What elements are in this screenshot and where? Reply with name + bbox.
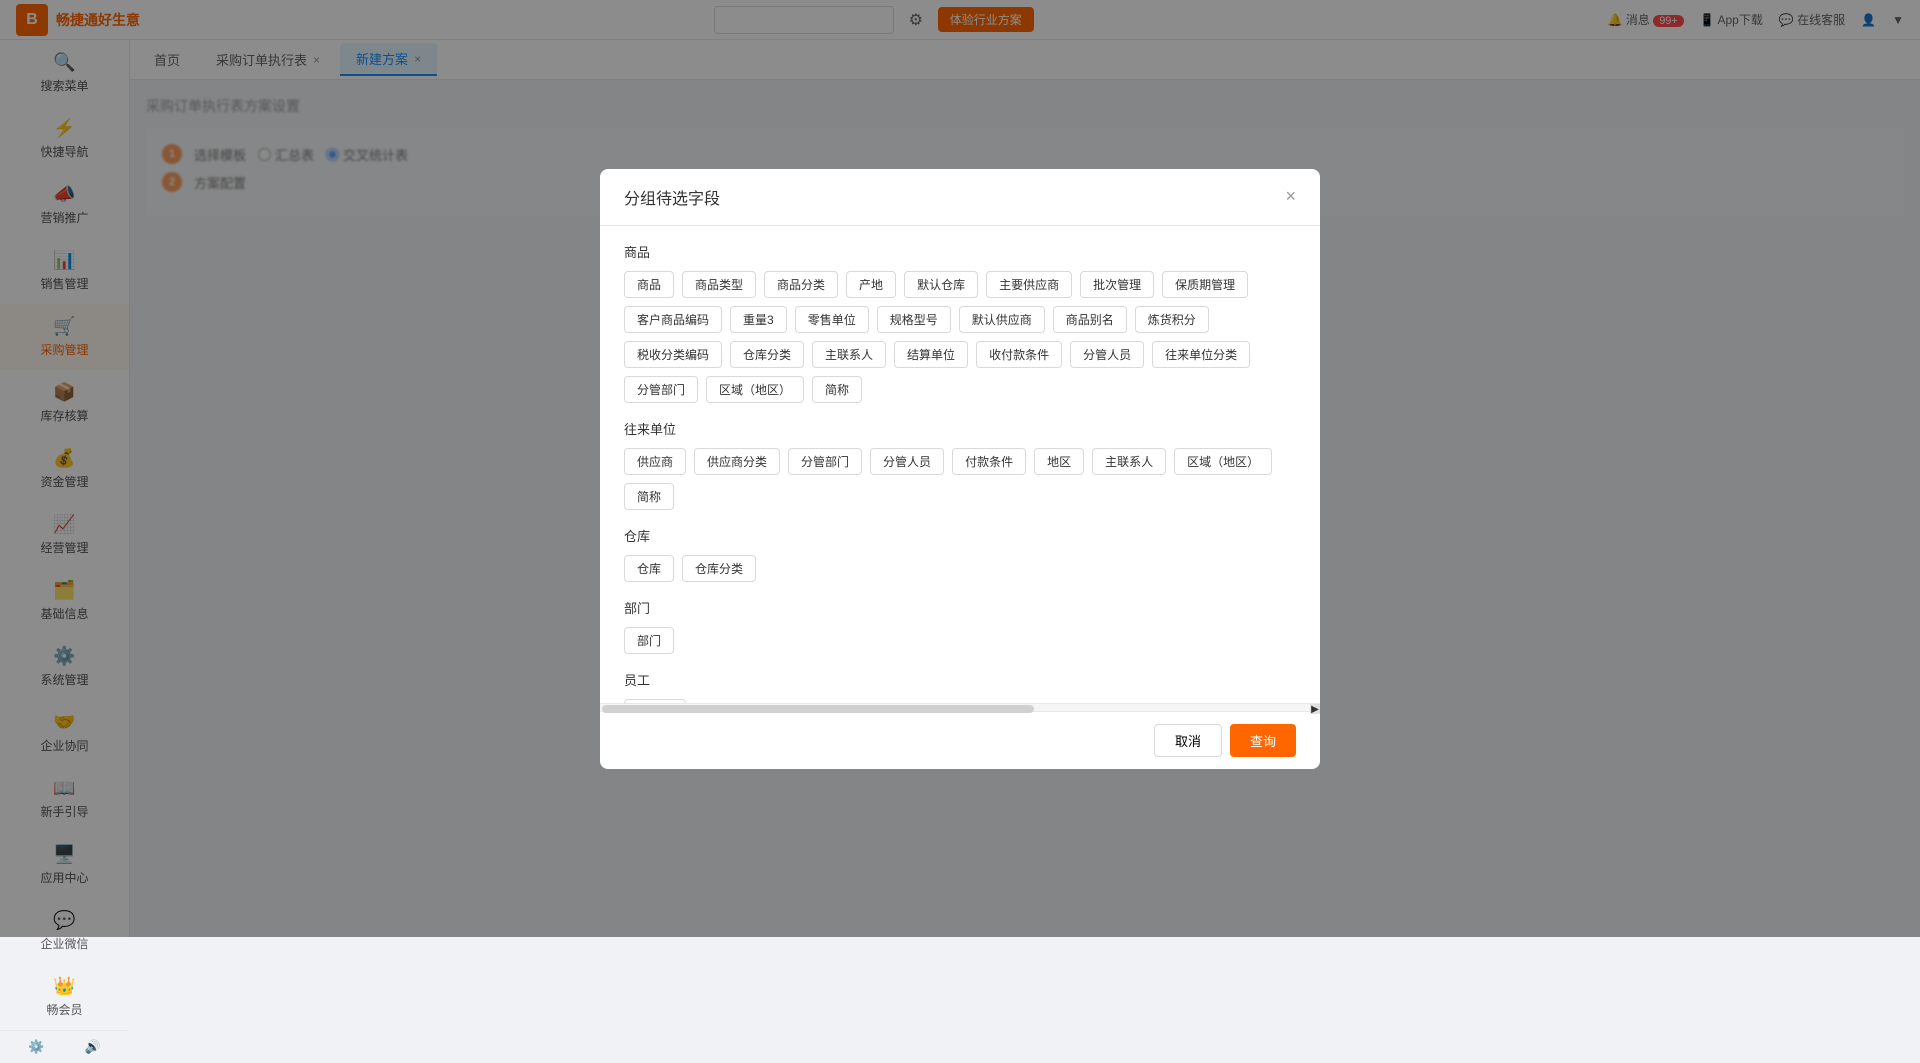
field-tag-partner-category[interactable]: 往来单位分类 [1152, 341, 1250, 368]
modal-body[interactable]: 商品 商品 商品类型 商品分类 产地 默认仓库 主要供应商 批次管理 保质期管理… [600, 226, 1320, 704]
warehouse-tags: 仓库 仓库分类 [624, 555, 1296, 582]
dept-tags: 部门 [624, 627, 1296, 654]
field-tag-retail-unit[interactable]: 零售单位 [795, 306, 869, 333]
field-tag-goods[interactable]: 商品 [624, 271, 674, 298]
field-tag-payment-terms[interactable]: 收付款条件 [976, 341, 1062, 368]
field-tag-partner-supervisor[interactable]: 分管人员 [870, 448, 944, 475]
sidebar-bottom: ⚙️ 🔊 [0, 1030, 129, 1063]
goods-tags: 商品 商品类型 商品分类 产地 默认仓库 主要供应商 批次管理 保质期管理 客户… [624, 271, 1296, 403]
field-tag-payment-condition[interactable]: 付款条件 [952, 448, 1026, 475]
section-goods-label: 商品 [624, 242, 1296, 261]
field-tag-short-name[interactable]: 简称 [812, 376, 862, 403]
field-tag-main-supplier[interactable]: 主要供应商 [986, 271, 1072, 298]
member-icon: 👑 [53, 976, 75, 997]
field-tag-tax-code[interactable]: 税收分类编码 [624, 341, 722, 368]
field-tag-origin[interactable]: 产地 [846, 271, 896, 298]
volume-icon[interactable]: 🔊 [85, 1039, 101, 1055]
modal-hscroll-thumb [602, 705, 1034, 713]
field-tag-goods-alias[interactable]: 商品别名 [1053, 306, 1127, 333]
field-tag-warehouse-cat[interactable]: 仓库分类 [682, 555, 756, 582]
field-tag-dept[interactable]: 部门 [624, 627, 674, 654]
section-partner: 往来单位 供应商 供应商分类 分管部门 分管人员 付款条件 地区 主联系人 区域… [624, 419, 1296, 510]
field-tag-goods-type[interactable]: 商品类型 [682, 271, 756, 298]
sidebar-bottom-icons: ⚙️ 🔊 [0, 1031, 129, 1063]
section-employee-label: 员工 [624, 670, 1296, 689]
section-department: 部门 部门 [624, 598, 1296, 654]
field-tag-short-name2[interactable]: 简称 [624, 483, 674, 510]
field-tag-main-contact[interactable]: 主联系人 [812, 341, 886, 368]
field-tag-region[interactable]: 区域（地区） [706, 376, 804, 403]
section-goods: 商品 商品 商品类型 商品分类 产地 默认仓库 主要供应商 批次管理 保质期管理… [624, 242, 1296, 403]
field-tag-area[interactable]: 地区 [1034, 448, 1084, 475]
sidebar-item-label: 畅会员 [46, 1001, 82, 1018]
section-warehouse-label: 仓库 [624, 526, 1296, 545]
section-dept-label: 部门 [624, 598, 1296, 617]
field-tag-supplier-category[interactable]: 供应商分类 [694, 448, 780, 475]
field-tag-goods-category[interactable]: 商品分类 [764, 271, 838, 298]
partner-tags: 供应商 供应商分类 分管部门 分管人员 付款条件 地区 主联系人 区域（地区） … [624, 448, 1296, 510]
modal-hscroll-track: ▶ [600, 703, 1320, 711]
field-select-modal: 分组待选字段 × 商品 商品 商品类型 商品分类 产地 默认仓库 主要供应商 批… [600, 169, 1320, 769]
field-tag-region2[interactable]: 区域（地区） [1174, 448, 1272, 475]
modal-close-button[interactable]: × [1285, 186, 1296, 207]
field-tag-smelting-points[interactable]: 炼货积分 [1135, 306, 1209, 333]
field-tag-supervisor[interactable]: 分管人员 [1070, 341, 1144, 368]
field-tag-supplier[interactable]: 供应商 [624, 448, 686, 475]
field-tag-batch-mgmt[interactable]: 批次管理 [1080, 271, 1154, 298]
field-tag-spec-model[interactable]: 规格型号 [877, 306, 951, 333]
field-tag-weight[interactable]: 重量3 [730, 306, 787, 333]
modal-title: 分组待选字段 [624, 185, 720, 209]
field-tag-dept-supervised[interactable]: 分管部门 [624, 376, 698, 403]
section-partner-label: 往来单位 [624, 419, 1296, 438]
sidebar-item-label: 企业微信 [40, 935, 88, 952]
field-tag-shelf-life[interactable]: 保质期管理 [1162, 271, 1248, 298]
field-tag-main-contact2[interactable]: 主联系人 [1092, 448, 1166, 475]
section-warehouse: 仓库 仓库 仓库分类 [624, 526, 1296, 582]
hscroll-right-arrow[interactable]: ▶ [1310, 704, 1320, 714]
field-tag-warehouse-category[interactable]: 仓库分类 [730, 341, 804, 368]
cancel-button[interactable]: 取消 [1154, 724, 1222, 757]
field-tag-customer-code[interactable]: 客户商品编码 [624, 306, 722, 333]
field-tag-default-supplier[interactable]: 默认供应商 [959, 306, 1045, 333]
field-tag-settlement-unit[interactable]: 结算单位 [894, 341, 968, 368]
modal-header: 分组待选字段 × [600, 169, 1320, 226]
settings-bottom-icon[interactable]: ⚙️ [28, 1039, 44, 1055]
modal-overlay: 分组待选字段 × 商品 商品 商品类型 商品分类 产地 默认仓库 主要供应商 批… [0, 0, 1920, 937]
field-tag-partner-dept[interactable]: 分管部门 [788, 448, 862, 475]
confirm-button[interactable]: 查询 [1230, 724, 1296, 757]
sidebar-item-member[interactable]: 👑 畅会员 [0, 964, 129, 1030]
section-employee: 员工 业务员 [624, 670, 1296, 704]
modal-footer: 取消 查询 [600, 711, 1320, 769]
field-tag-warehouse[interactable]: 仓库 [624, 555, 674, 582]
field-tag-default-warehouse[interactable]: 默认仓库 [904, 271, 978, 298]
